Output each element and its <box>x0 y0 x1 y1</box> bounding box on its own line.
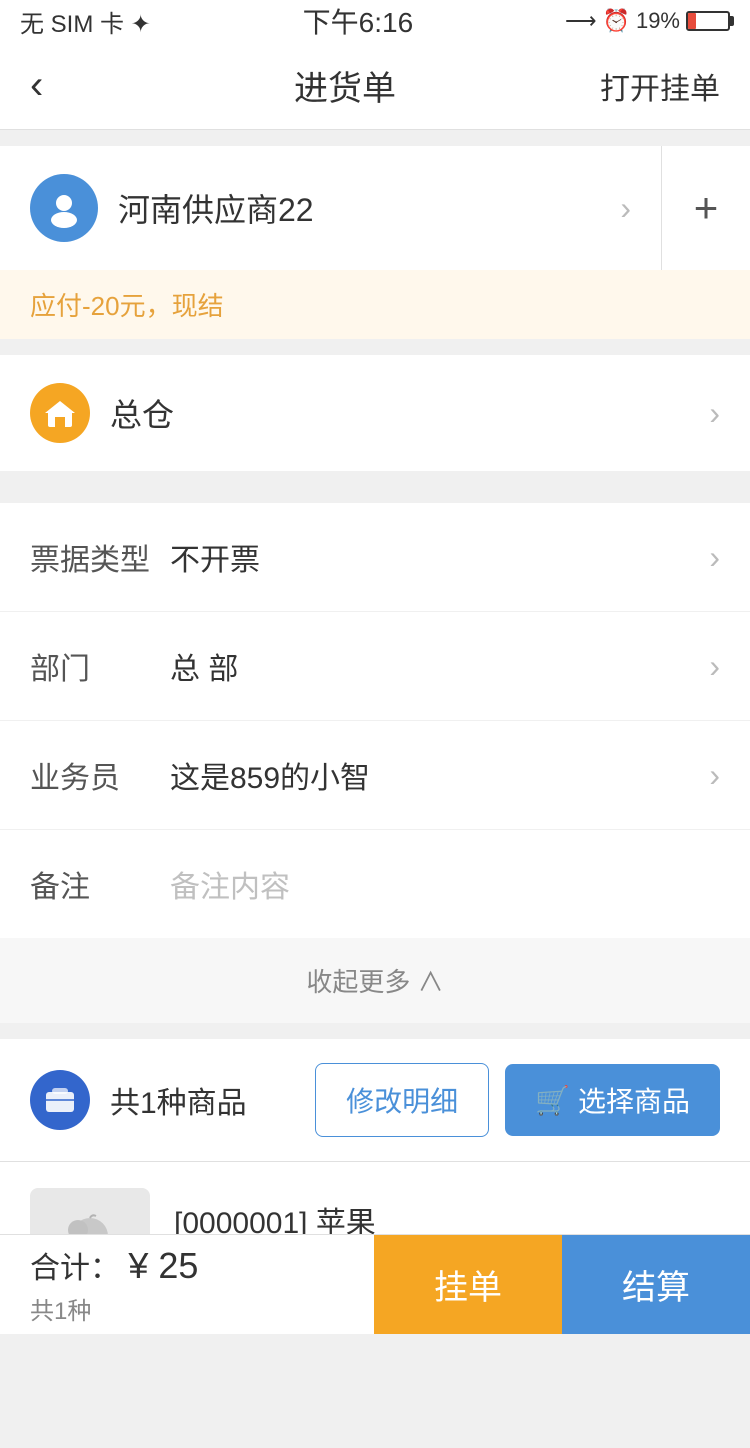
products-count: 共1种商品 <box>110 1078 315 1122</box>
footer-total: 合计： ¥ 25 共1种 <box>0 1235 374 1334</box>
settle-button[interactable]: 结算 <box>562 1235 750 1334</box>
battery-icon <box>686 11 730 31</box>
invoice-chevron-icon: › <box>709 539 720 576</box>
alarm-icon: ⏰ <box>603 8 630 34</box>
salesperson-chevron-icon: › <box>709 757 720 794</box>
supplier-name: 河南供应商22 <box>118 185 620 231</box>
warehouse-chevron-icon: › <box>709 395 720 432</box>
collapse-button[interactable]: 收起更多 ∧ <box>0 938 750 1023</box>
products-icon <box>30 1070 90 1130</box>
back-button[interactable]: ‹ <box>30 63 90 108</box>
invoice-value: 不开票 <box>170 535 709 579</box>
open-pending-button[interactable]: 打开挂单 <box>600 64 720 108</box>
warehouse-name: 总仓 <box>110 390 709 436</box>
footer: 合计： ¥ 25 共1种 挂单 结算 <box>0 1234 750 1334</box>
salesperson-label: 业务员 <box>30 753 170 797</box>
select-product-label: 选择商品 <box>578 1080 690 1120</box>
notice-banner: 应付-20元，现结 <box>0 270 750 339</box>
department-value: 总 部 <box>170 644 709 688</box>
location-icon: ⟶ <box>565 8 597 34</box>
total-sub: 共1种 <box>30 1291 344 1326</box>
invoice-row[interactable]: 票据类型 不开票 › <box>0 503 750 612</box>
sim-label: 无 SIM 卡 ✦ <box>20 4 151 39</box>
remark-input[interactable]: 备注内容 <box>170 862 720 906</box>
supplier-section: 河南供应商22 › + <box>0 146 750 270</box>
salesperson-row[interactable]: 业务员 这是859的小智 › <box>0 721 750 830</box>
remark-row[interactable]: 备注 备注内容 <box>0 830 750 938</box>
department-chevron-icon: › <box>709 648 720 685</box>
total-label: 合计： <box>30 1252 120 1285</box>
department-row[interactable]: 部门 总 部 › <box>0 612 750 721</box>
cart-icon: 🛒 <box>535 1084 570 1117</box>
select-product-button[interactable]: 🛒 选择商品 <box>505 1064 720 1136</box>
total-amount: ¥ 25 <box>128 1245 198 1286</box>
pending-button[interactable]: 挂单 <box>374 1235 562 1334</box>
nav-bar: ‹ 进货单 打开挂单 <box>0 42 750 130</box>
add-supplier-button[interactable]: + <box>662 146 750 270</box>
salesperson-value: 这是859的小智 <box>170 753 709 797</box>
remark-label: 备注 <box>30 862 170 906</box>
battery-fill <box>688 13 696 29</box>
supplier-chevron-icon: › <box>620 190 631 227</box>
battery-label: 19% <box>636 8 680 34</box>
products-header: 共1种商品 修改明细 🛒 选择商品 <box>0 1039 750 1162</box>
warehouse-icon <box>30 383 90 443</box>
form-section: 票据类型 不开票 › 部门 总 部 › 业务员 这是859的小智 › 备注 备注… <box>0 503 750 938</box>
department-label: 部门 <box>30 644 170 688</box>
warehouse-row[interactable]: 总仓 › <box>0 355 750 471</box>
invoice-label: 票据类型 <box>30 535 170 579</box>
supplier-avatar <box>30 174 98 242</box>
status-bar: 无 SIM 卡 ✦ 下午6:16 ⟶ ⏰ 19% <box>0 0 750 42</box>
supplier-selector[interactable]: 河南供应商22 › <box>0 146 662 270</box>
status-right: ⟶ ⏰ 19% <box>565 8 730 34</box>
status-time: 下午6:16 <box>303 1 414 41</box>
total-amount-display: 合计： ¥ 25 <box>30 1243 344 1287</box>
edit-detail-button[interactable]: 修改明细 <box>315 1063 489 1137</box>
page-title: 进货单 <box>294 61 396 110</box>
status-left: 无 SIM 卡 ✦ <box>20 4 151 39</box>
